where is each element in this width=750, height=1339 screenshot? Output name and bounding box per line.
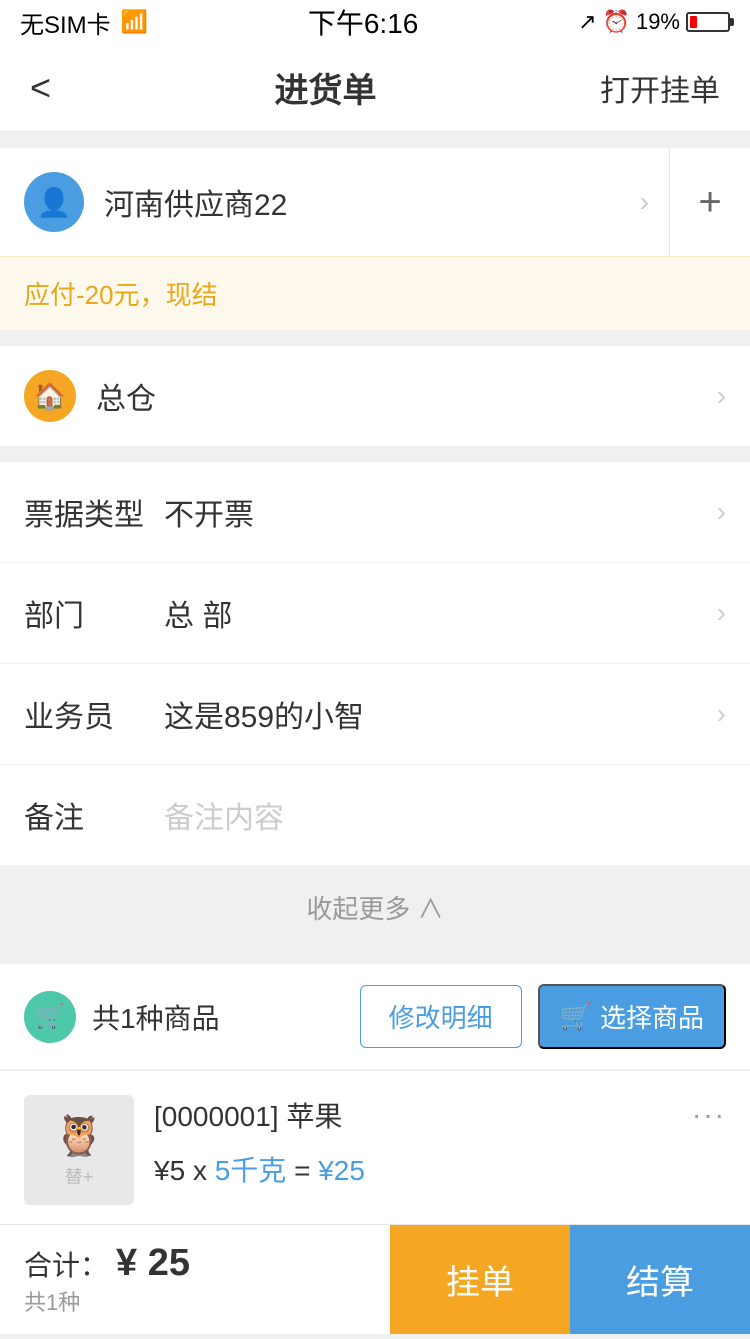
status-bar: 无SIM卡 📶 下午6:16 ↗ ⏰ 19% [0,0,750,44]
products-icon: 🛒 [24,991,76,1043]
status-left: 无SIM卡 📶 [20,5,148,40]
invoice-type-row[interactable]: 票据类型 不开票 › [0,462,750,563]
add-supplier-button[interactable]: + [670,148,750,256]
chevron-right-icon: › [717,380,726,412]
house-icon: 🏠 [34,381,66,412]
total-count: 共1种 [24,1290,80,1315]
salesman-label: 业务员 [24,692,164,736]
department-row[interactable]: 部门 总 部 › [0,563,750,664]
checkout-button[interactable]: 结算 [570,1225,750,1334]
invoice-type-value: 不开票 [164,490,707,534]
cart-icon: 🛒 [35,1002,65,1031]
subtotal: ¥25 [318,1155,365,1186]
back-button[interactable]: < [30,67,51,109]
form-section: 票据类型 不开票 › 部门 总 部 › 业务员 这是859的小智 › 备注 备注… [0,462,750,865]
battery-percent: 19% [636,9,680,35]
total-amount: ¥ 25 [116,1242,190,1285]
salesman-value: 这是859的小智 [164,692,707,736]
cart-small-icon: 🛒 [560,1001,592,1032]
supplier-section: 👤 河南供应商22 › + [0,148,750,256]
modify-detail-button[interactable]: 修改明细 [360,985,522,1048]
remark-placeholder: 备注内容 [164,793,726,837]
placeholder-owl-icon: 🦉 [54,1112,104,1159]
location-icon: ↗ [578,9,596,35]
hang-button[interactable]: 挂单 [390,1225,570,1334]
payment-notice: 应付-20元，现结 [0,256,750,330]
alarm-icon: ⏰ [603,9,630,35]
warehouse-icon: 🏠 [24,370,76,422]
product-more-button[interactable]: ··· [666,1095,726,1131]
carrier-label: 无SIM卡 [20,5,111,40]
owl-label: 替+ [65,1163,94,1189]
product-item: 🦉 替+ [0000001] 苹果 ¥5 x 5千克 = ¥25 ··· [0,1070,750,1229]
total-section: 合计： ¥ 25 共1种 [0,1225,390,1334]
total-label: 合计： [24,1244,108,1284]
remark-label: 备注 [24,793,164,837]
warehouse-row[interactable]: 🏠 总仓 › [0,346,750,446]
page-title: 进货单 [275,63,377,112]
unit-price: ¥5 [154,1155,185,1186]
product-thumbnail: 🦉 替+ [24,1095,134,1205]
open-hang-button[interactable]: 打开挂单 [600,66,720,110]
salesman-row[interactable]: 业务员 这是859的小智 › [0,664,750,765]
product-code: [0000001] [154,1101,279,1132]
battery-icon [686,12,730,32]
chevron-right-icon: › [717,698,726,730]
supplier-avatar: 👤 [24,172,84,232]
nav-bar: < 进货单 打开挂单 [0,44,750,132]
product-info: [0000001] 苹果 ¥5 x 5千克 = ¥25 [154,1095,666,1189]
select-product-label: 选择商品 [600,998,704,1035]
collapse-button[interactable]: 收起更多 ∧ [0,867,750,948]
product-price: ¥5 x 5千克 = ¥25 [154,1149,666,1189]
avatar-icon: 👤 [37,186,72,219]
chevron-right-icon: › [640,186,649,218]
chevron-right-icon: › [717,496,726,528]
product-name: [0000001] 苹果 [154,1095,666,1135]
chevron-right-icon: › [717,597,726,629]
product-title: 苹果 [286,1101,342,1132]
more-icon: ··· [692,1099,726,1131]
department-label: 部门 [24,591,164,635]
remark-row[interactable]: 备注 备注内容 [0,765,750,865]
warehouse-name: 总仓 [96,374,707,418]
invoice-type-label: 票据类型 [24,490,164,534]
products-header: 🛒 共1种商品 修改明细 🛒 选择商品 [0,964,750,1070]
warehouse-section: 🏠 总仓 › [0,346,750,446]
time-label: 下午6:16 [308,2,419,42]
quantity: 5千克 [215,1155,287,1186]
products-count: 共1种商品 [92,997,360,1037]
status-right: ↗ ⏰ 19% [578,9,730,35]
supplier-name: 河南供应商22 [104,180,630,224]
select-product-button[interactable]: 🛒 选择商品 [538,984,726,1049]
bottom-bar: 合计： ¥ 25 共1种 挂单 结算 [0,1224,750,1334]
supplier-selector[interactable]: 👤 河南供应商22 › [0,148,670,256]
department-value: 总 部 [164,591,707,635]
wifi-icon: 📶 [121,9,148,35]
products-section: 🛒 共1种商品 修改明细 🛒 选择商品 🦉 替+ [0000001] 苹果 ¥5… [0,964,750,1229]
